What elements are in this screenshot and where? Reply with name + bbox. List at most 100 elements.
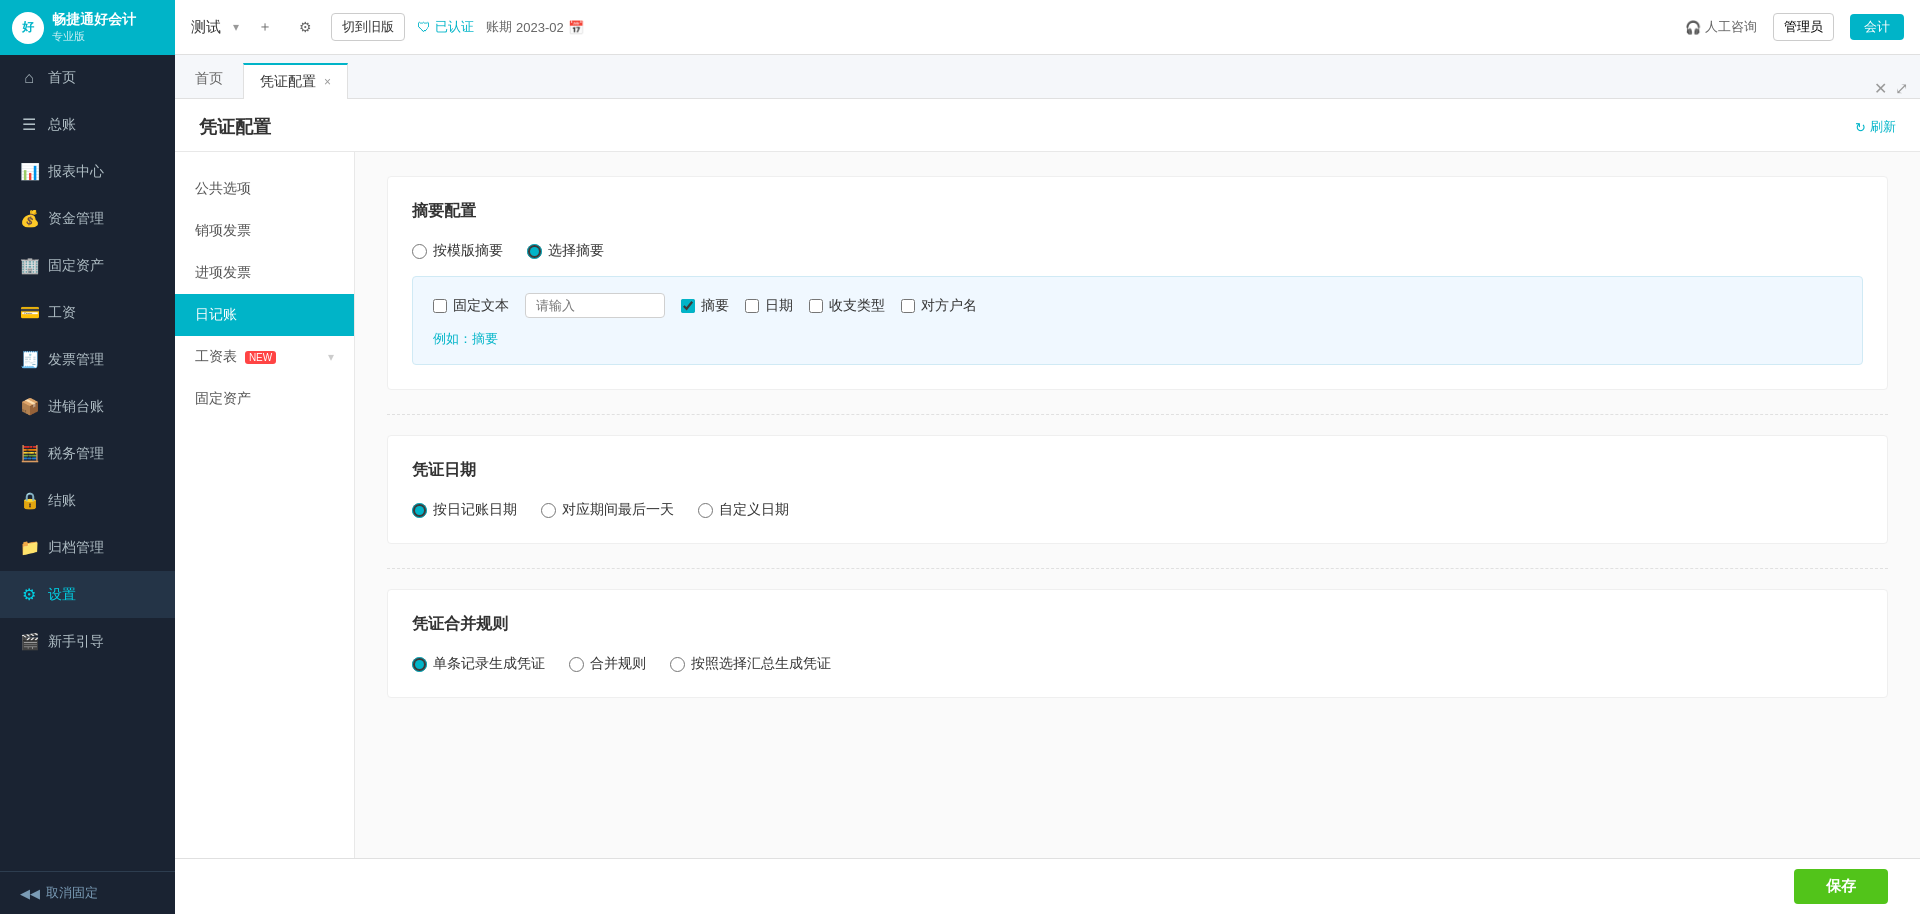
custom-date-option[interactable]: 自定义日期 [698, 501, 789, 519]
journal-date-radio[interactable] [412, 503, 427, 518]
sidebar-item-label: 设置 [48, 586, 76, 604]
company-name: 测试 [191, 18, 221, 37]
refresh-button[interactable]: ↻ 刷新 [1855, 118, 1896, 136]
summary-radio-group: 按模版摘要 选择摘要 [412, 242, 1863, 260]
left-nav-item-payroll[interactable]: 工资表 NEW ▾ [175, 336, 354, 378]
tab-home[interactable]: 首页 [175, 60, 243, 98]
fixed-text-input[interactable] [525, 293, 665, 318]
sidebar-item-close[interactable]: 🔒 结账 [0, 477, 175, 524]
summary-template-option[interactable]: 按模版摘要 [412, 242, 503, 260]
merge-rule-radio[interactable] [569, 657, 584, 672]
divider-2 [387, 568, 1888, 569]
summary-checkbox[interactable] [681, 299, 695, 313]
sidebar-item-purchase[interactable]: 📦 进销台账 [0, 383, 175, 430]
cancel-fixed-button[interactable]: ◀◀ 取消固定 [0, 871, 175, 914]
summary-section: 摘要配置 按模版摘要 选择摘要 [387, 176, 1888, 390]
merge-radio-group: 单条记录生成凭证 合并规则 按照选择汇总生成凭证 [412, 655, 1863, 673]
logo-text: 畅捷通好会计 专业版 [52, 11, 136, 44]
sidebar-item-salary[interactable]: 💳 工资 [0, 289, 175, 336]
user-button[interactable]: 管理员 [1773, 13, 1834, 41]
counterpart-option[interactable]: 对方户名 [901, 297, 977, 315]
sidebar-item-archive[interactable]: 📁 归档管理 [0, 524, 175, 571]
sidebar-item-label: 发票管理 [48, 351, 104, 369]
save-button[interactable]: 保存 [1794, 869, 1888, 904]
left-nav-item-purchase[interactable]: 进项发票 [175, 252, 354, 294]
sidebar-item-label: 新手引导 [48, 633, 104, 651]
report-icon: 📊 [20, 162, 38, 181]
journal-date-option[interactable]: 按日记账日期 [412, 501, 517, 519]
sidebar-item-report[interactable]: 📊 报表中心 [0, 148, 175, 195]
sidebar-item-invoice[interactable]: 🧾 发票管理 [0, 336, 175, 383]
topbar: 测试 ▾ ＋ ⚙ 切到旧版 🛡 已认证 账期 2023-02 📅 🎧 人工咨询 … [175, 0, 1920, 55]
archive-icon: 📁 [20, 538, 38, 557]
selected-summary-option[interactable]: 按照选择汇总生成凭证 [670, 655, 831, 673]
left-nav-item-fixed[interactable]: 固定资产 [175, 378, 354, 420]
settings-button[interactable]: ⚙ [291, 13, 319, 41]
date-option[interactable]: 日期 [745, 297, 793, 315]
company-chevron-icon[interactable]: ▾ [233, 20, 239, 34]
custom-date-radio[interactable] [698, 503, 713, 518]
single-record-option[interactable]: 单条记录生成凭证 [412, 655, 545, 673]
selected-summary-radio[interactable] [670, 657, 685, 672]
single-record-radio[interactable] [412, 657, 427, 672]
period-last-option[interactable]: 对应期间最后一天 [541, 501, 674, 519]
summary-select-option[interactable]: 选择摘要 [527, 242, 604, 260]
tab-expand-button[interactable]: ⤢ [1895, 79, 1908, 98]
summary-template-radio[interactable] [412, 244, 427, 259]
sidebar: 好 畅捷通好会计 专业版 ⌂ 首页 ☰ 总账 📊 报表中心 💰 资金管理 🏢 固… [0, 0, 175, 914]
sidebar-item-label: 报表中心 [48, 163, 104, 181]
tab-close-button[interactable]: ✕ [1874, 79, 1887, 98]
right-content: 摘要配置 按模版摘要 选择摘要 [355, 152, 1920, 858]
add-button[interactable]: ＋ [251, 13, 279, 41]
content-area: 凭证配置 ↻ 刷新 公共选项 销项发票 进项发票 日记账 [175, 99, 1920, 914]
headset-icon: 🎧 [1685, 20, 1701, 35]
topbar-right: 🎧 人工咨询 管理员 会计 [1685, 13, 1904, 41]
capital-icon: 💰 [20, 209, 38, 228]
sidebar-item-capital[interactable]: 💰 资金管理 [0, 195, 175, 242]
sidebar-item-settings[interactable]: ⚙ 设置 [0, 571, 175, 618]
tabbar-actions: ✕ ⤢ [1862, 79, 1920, 98]
calendar-icon[interactable]: 📅 [568, 20, 584, 35]
switch-old-button[interactable]: 切到旧版 [331, 13, 405, 41]
home-icon: ⌂ [20, 69, 38, 87]
tab-close-icon[interactable]: × [324, 75, 331, 89]
date-title: 凭证日期 [412, 460, 1863, 481]
tab-active[interactable]: 凭证配置 × [243, 63, 348, 99]
summary-config-row: 固定文本 摘要 日期 [433, 293, 1842, 318]
summary-option[interactable]: 摘要 [681, 297, 729, 315]
sidebar-nav: ⌂ 首页 ☰ 总账 📊 报表中心 💰 资金管理 🏢 固定资产 💳 工资 🧾 发票… [0, 55, 175, 871]
period-last-radio[interactable] [541, 503, 556, 518]
role-button[interactable]: 会计 [1850, 14, 1904, 40]
sidebar-item-home[interactable]: ⌂ 首页 [0, 55, 175, 101]
salary-icon: 💳 [20, 303, 38, 322]
sidebar-item-tax[interactable]: 🧮 税务管理 [0, 430, 175, 477]
left-nav-item-journal[interactable]: 日记账 [175, 294, 354, 336]
date-radio-group: 按日记账日期 对应期间最后一天 自定义日期 [412, 501, 1863, 519]
left-nav-item-sales[interactable]: 销项发票 [175, 210, 354, 252]
sidebar-item-assets[interactable]: 🏢 固定资产 [0, 242, 175, 289]
counterpart-checkbox[interactable] [901, 299, 915, 313]
income-option[interactable]: 收支类型 [809, 297, 885, 315]
fixed-text-checkbox[interactable] [433, 299, 447, 313]
sidebar-item-ledger[interactable]: ☰ 总账 [0, 101, 175, 148]
logo-icon: 好 [12, 12, 44, 44]
payroll-chevron-icon: ▾ [328, 350, 334, 364]
logo-title: 畅捷通好会计 [52, 11, 136, 29]
date-checkbox[interactable] [745, 299, 759, 313]
sidebar-item-label: 固定资产 [48, 257, 104, 275]
merge-rule-option[interactable]: 合并规则 [569, 655, 646, 673]
summary-config-box: 固定文本 摘要 日期 [412, 276, 1863, 365]
service-button[interactable]: 🎧 人工咨询 [1685, 18, 1757, 36]
new-badge: NEW [245, 351, 276, 364]
income-checkbox[interactable] [809, 299, 823, 313]
summary-select-radio[interactable] [527, 244, 542, 259]
purchase-icon: 📦 [20, 397, 38, 416]
tax-icon: 🧮 [20, 444, 38, 463]
logo: 好 畅捷通好会计 专业版 [0, 0, 175, 55]
sidebar-item-guide[interactable]: 🎬 新手引导 [0, 618, 175, 665]
left-nav-item-public[interactable]: 公共选项 [175, 168, 354, 210]
sidebar-item-label: 税务管理 [48, 445, 104, 463]
fixed-text-option[interactable]: 固定文本 [433, 297, 509, 315]
divider-1 [387, 414, 1888, 415]
sidebar-item-label: 工资 [48, 304, 76, 322]
